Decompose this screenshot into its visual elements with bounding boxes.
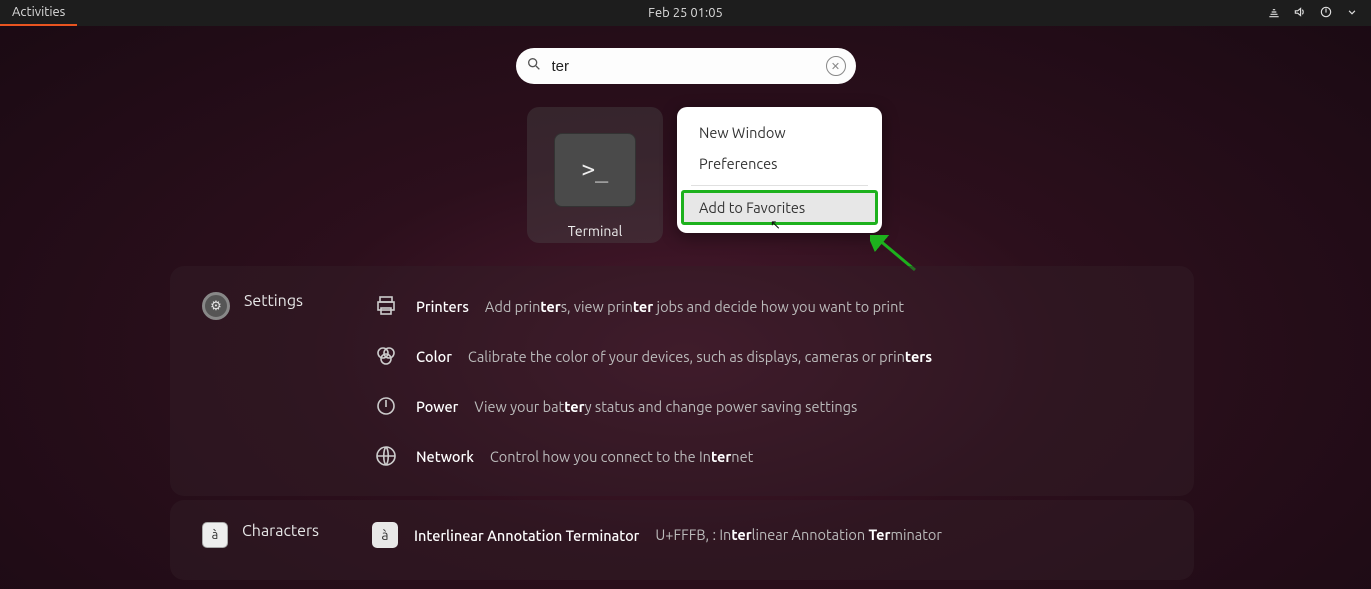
ctx-preferences[interactable]: Preferences <box>677 148 882 179</box>
terminal-icon: >_ <box>554 133 636 207</box>
ctx-add-to-favorites[interactable]: Add to Favorites <box>683 192 876 223</box>
settings-row-title: Color <box>416 348 452 365</box>
character-glyph-icon: à <box>372 522 398 548</box>
settings-row-title: Network <box>416 448 474 465</box>
activities-button[interactable]: Activities <box>0 0 77 26</box>
printer-icon <box>372 292 400 320</box>
settings-result-color[interactable]: Color Calibrate the color of your devices… <box>372 342 1170 370</box>
settings-row-desc: Calibrate the color of your devices, suc… <box>468 348 932 365</box>
settings-row-title: Power <box>416 398 458 415</box>
settings-result-printers[interactable]: Printers Add printers, view printer jobs … <box>372 292 1170 320</box>
system-tray[interactable] <box>1267 5 1371 22</box>
characters-result-desc: U+FFFB, ￻: Interlinear Annotation Termin… <box>655 526 942 544</box>
search-bar[interactable]: ✕ <box>516 48 856 84</box>
ctx-separator <box>691 185 868 186</box>
characters-app-icon: à <box>202 522 228 548</box>
characters-header[interactable]: à Characters <box>202 522 372 548</box>
app-result-terminal[interactable]: >_ Terminal <box>527 107 663 243</box>
volume-icon[interactable] <box>1293 5 1307 22</box>
settings-header[interactable]: ⚙ Settings <box>202 292 372 470</box>
context-menu: New Window Preferences Add to Favorites <box>677 107 882 233</box>
settings-row-desc: Control how you connect to the Internet <box>490 448 753 465</box>
settings-header-label: Settings <box>244 292 303 310</box>
network-icon <box>372 442 400 470</box>
ctx-new-window[interactable]: New Window <box>677 117 882 148</box>
clear-search-icon[interactable]: ✕ <box>826 56 846 76</box>
app-result-label: Terminal <box>568 223 623 239</box>
color-icon <box>372 342 400 370</box>
characters-header-label: Characters <box>242 522 319 540</box>
characters-result-title: Interlinear Annotation Terminator <box>414 527 639 544</box>
settings-result-power[interactable]: Power View your battery status and change… <box>372 392 1170 420</box>
search-icon <box>526 56 542 76</box>
search-input[interactable] <box>552 58 816 75</box>
settings-result-network[interactable]: Network Control how you connect to the In… <box>372 442 1170 470</box>
settings-row-desc: View your battery status and change powe… <box>474 398 857 415</box>
network-icon[interactable] <box>1267 5 1281 22</box>
top-bar: Activities Feb 25 01:05 <box>0 0 1371 26</box>
chevron-down-icon[interactable] <box>1345 5 1359 22</box>
settings-row-title: Printers <box>416 298 469 315</box>
gear-icon: ⚙ <box>202 292 230 320</box>
power-icon[interactable] <box>1319 5 1333 22</box>
settings-results-section: ⚙ Settings Printers Add printers, view pr… <box>170 266 1194 496</box>
characters-result-row[interactable]: à Interlinear Annotation Terminator U+FF… <box>372 522 1170 548</box>
characters-results-section: à Characters à Interlinear Annotation Te… <box>170 500 1194 580</box>
power-icon <box>372 392 400 420</box>
settings-row-desc: Add printers, view printer jobs and deci… <box>485 298 904 315</box>
clock[interactable]: Feb 25 01:05 <box>648 6 723 20</box>
